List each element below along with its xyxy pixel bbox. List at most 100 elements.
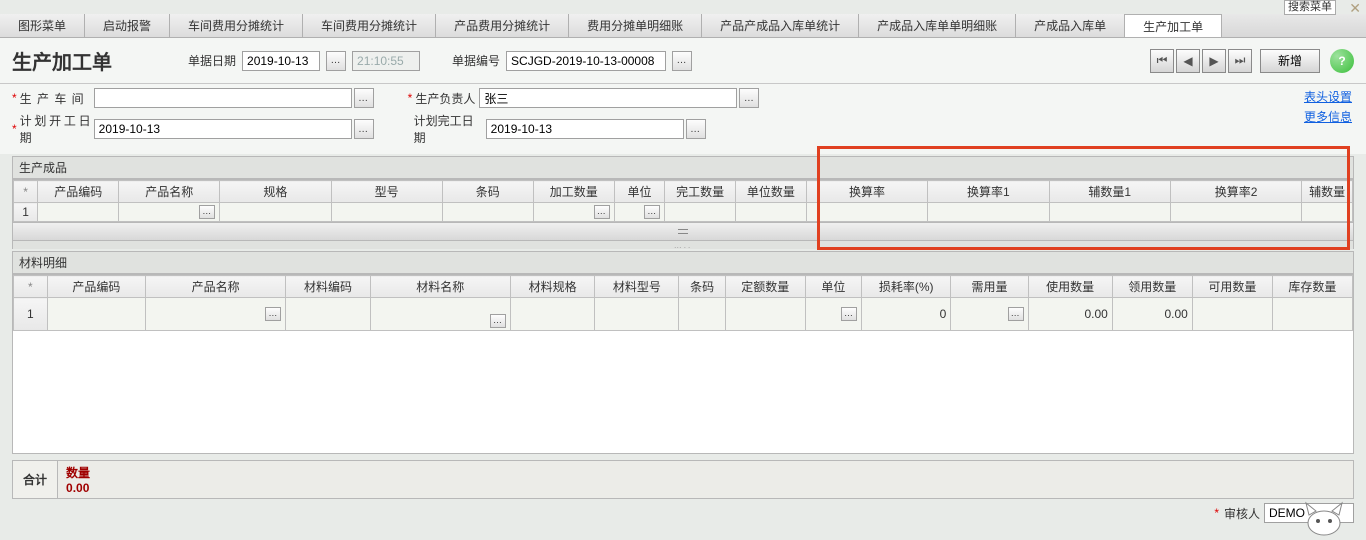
get-qty-cell[interactable]: 0.00 [1112, 298, 1192, 331]
col-model[interactable]: 型号 [331, 181, 442, 203]
col-unit-qty[interactable]: 单位数量 [736, 181, 807, 203]
doc-no-lookup-button[interactable]: … [672, 51, 692, 71]
mcol-material-spec[interactable]: 材料规格 [510, 276, 594, 298]
document-header: 生产加工单 单据日期 … 单据编号 … ⏮ ◀ ▶ ⏭ 新增 ? [0, 38, 1366, 84]
mcol-quota-qty[interactable]: 定额数量 [725, 276, 805, 298]
row-index: 1 [14, 203, 38, 222]
col-aux-qty1[interactable]: 辅数量1 [1049, 181, 1170, 203]
col-aux-qty[interactable]: 辅数量 [1302, 181, 1353, 203]
footer: * 审核人 [0, 499, 1366, 527]
plan-end-picker-button[interactable]: … [686, 119, 706, 139]
auditor-label: 审核人 [1224, 505, 1260, 522]
required-marker: * [408, 91, 413, 105]
col-product-name[interactable]: 产品名称 [119, 181, 220, 203]
manager-lookup-button[interactable]: … [739, 88, 759, 108]
m-product-name-lookup[interactable]: … [265, 307, 281, 321]
tab-cost-detail[interactable]: 费用分摊单明细账 [569, 14, 702, 37]
m-unit-lookup[interactable]: … [841, 307, 857, 321]
col-finish-qty[interactable]: 完工数量 [665, 181, 736, 203]
unit-lookup[interactable]: … [644, 205, 660, 219]
col-product-code[interactable]: 产品编码 [38, 181, 119, 203]
tab-bar: 图形菜单 启动报警 车间费用分摊统计 车间费用分摊统计 产品费用分摊统计 费用分… [0, 14, 1366, 38]
doc-no-input[interactable] [506, 51, 666, 71]
doc-time-display [352, 51, 420, 71]
col-unit[interactable]: 单位 [614, 181, 665, 203]
workshop-lookup-button[interactable]: … [354, 88, 374, 108]
splitter[interactable] [12, 241, 1354, 249]
row-index: 1 [14, 298, 48, 331]
tab-inbound-detail[interactable]: 产成品入库单单明细账 [859, 14, 1016, 37]
totals-bar: 合计 数量 0.00 [12, 460, 1354, 499]
required-marker: * [12, 91, 17, 105]
materials-grid: * 产品编码 产品名称 材料编码 材料名称 材料规格 材料型号 条码 定额数量 … [12, 274, 1354, 454]
search-menu-field[interactable]: 搜索菜单 [1284, 0, 1336, 15]
more-info-link[interactable]: 更多信息 [1304, 108, 1352, 125]
tab-production-order[interactable]: 生产加工单 [1125, 14, 1222, 37]
use-qty-cell[interactable]: 0.00 [1028, 298, 1112, 331]
totals-qty-value: 0.00 [66, 481, 90, 495]
new-button[interactable]: 新增 [1260, 49, 1320, 73]
tab-inbound-stats[interactable]: 产品产成品入库单统计 [702, 14, 859, 37]
mcol-avail-qty[interactable]: 可用数量 [1192, 276, 1272, 298]
mcol-product-name[interactable]: 产品名称 [145, 276, 285, 298]
tab-inbound-doc[interactable]: 产成品入库单 [1016, 14, 1125, 37]
plan-end-input[interactable] [486, 119, 684, 139]
products-row[interactable]: 1 … … … [14, 203, 1353, 222]
products-section-title: 生产成品 [12, 156, 1354, 179]
workshop-input[interactable] [94, 88, 352, 108]
row-selector-header: * [14, 276, 48, 298]
help-button[interactable]: ? [1330, 49, 1354, 73]
mcol-get-qty[interactable]: 领用数量 [1112, 276, 1192, 298]
col-rate1[interactable]: 换算率1 [928, 181, 1049, 203]
col-spec[interactable]: 规格 [220, 181, 331, 203]
manager-input[interactable] [479, 88, 737, 108]
products-hscroll[interactable] [12, 223, 1354, 241]
form-area: 表头设置 更多信息 * 生 产 车 间 … * 生产负责人 … * 计划开工日期… [0, 84, 1366, 154]
loss-rate-cell[interactable]: 0 [861, 298, 950, 331]
header-settings-link[interactable]: 表头设置 [1304, 88, 1352, 105]
need-qty-lookup[interactable]: … [1008, 307, 1024, 321]
required-marker: * [1214, 506, 1219, 520]
mcol-product-code[interactable]: 产品编码 [47, 276, 145, 298]
tab-product-cost[interactable]: 产品费用分摊统计 [436, 14, 569, 37]
products-grid: * 产品编码 产品名称 规格 型号 条码 加工数量 单位 完工数量 单位数量 换… [12, 179, 1354, 223]
plan-start-input[interactable] [94, 119, 352, 139]
product-name-lookup[interactable]: … [199, 205, 215, 219]
mcol-material-name[interactable]: 材料名称 [370, 276, 510, 298]
col-rate[interactable]: 换算率 [806, 181, 927, 203]
mcol-unit[interactable]: 单位 [805, 276, 861, 298]
col-barcode[interactable]: 条码 [442, 181, 533, 203]
manager-label: 生产负责人 [415, 90, 477, 107]
col-process-qty[interactable]: 加工数量 [533, 181, 614, 203]
close-icon[interactable]: ✕ [1349, 0, 1361, 17]
required-marker: * [12, 122, 17, 136]
next-record-button[interactable]: ▶ [1202, 49, 1226, 73]
mascot-icon [1294, 497, 1354, 537]
plan-start-picker-button[interactable]: … [354, 119, 374, 139]
mcol-need-qty[interactable]: 需用量 [951, 276, 1028, 298]
col-rate2[interactable]: 换算率2 [1170, 181, 1301, 203]
mcol-loss-rate[interactable]: 损耗率(%) [861, 276, 950, 298]
material-name-input[interactable] [375, 300, 506, 314]
process-qty-lookup[interactable]: … [594, 205, 610, 219]
row-selector-header: * [14, 181, 38, 203]
date-picker-button[interactable]: … [326, 51, 346, 71]
mcol-stock-qty[interactable]: 库存数量 [1272, 276, 1352, 298]
materials-row[interactable]: 1 … … … 0 … 0.00 0.00 [14, 298, 1353, 331]
doc-no-label: 单据编号 [452, 52, 500, 69]
tab-alarm[interactable]: 启动报警 [85, 14, 170, 37]
last-record-button[interactable]: ⏭ [1228, 49, 1252, 73]
doc-date-input[interactable] [242, 51, 320, 71]
tab-workshop-cost-1[interactable]: 车间费用分摊统计 [170, 14, 303, 37]
tab-graph-menu[interactable]: 图形菜单 [0, 14, 85, 37]
tab-workshop-cost-2[interactable]: 车间费用分摊统计 [303, 14, 436, 37]
totals-qty-label: 数量 [66, 464, 90, 481]
mcol-material-code[interactable]: 材料编码 [286, 276, 370, 298]
material-name-lookup[interactable]: … [490, 314, 506, 328]
mcol-barcode[interactable]: 条码 [679, 276, 725, 298]
doc-date-label: 单据日期 [188, 52, 236, 69]
first-record-button[interactable]: ⏮ [1150, 49, 1174, 73]
mcol-use-qty[interactable]: 使用数量 [1028, 276, 1112, 298]
mcol-material-model[interactable]: 材料型号 [595, 276, 679, 298]
prev-record-button[interactable]: ◀ [1176, 49, 1200, 73]
